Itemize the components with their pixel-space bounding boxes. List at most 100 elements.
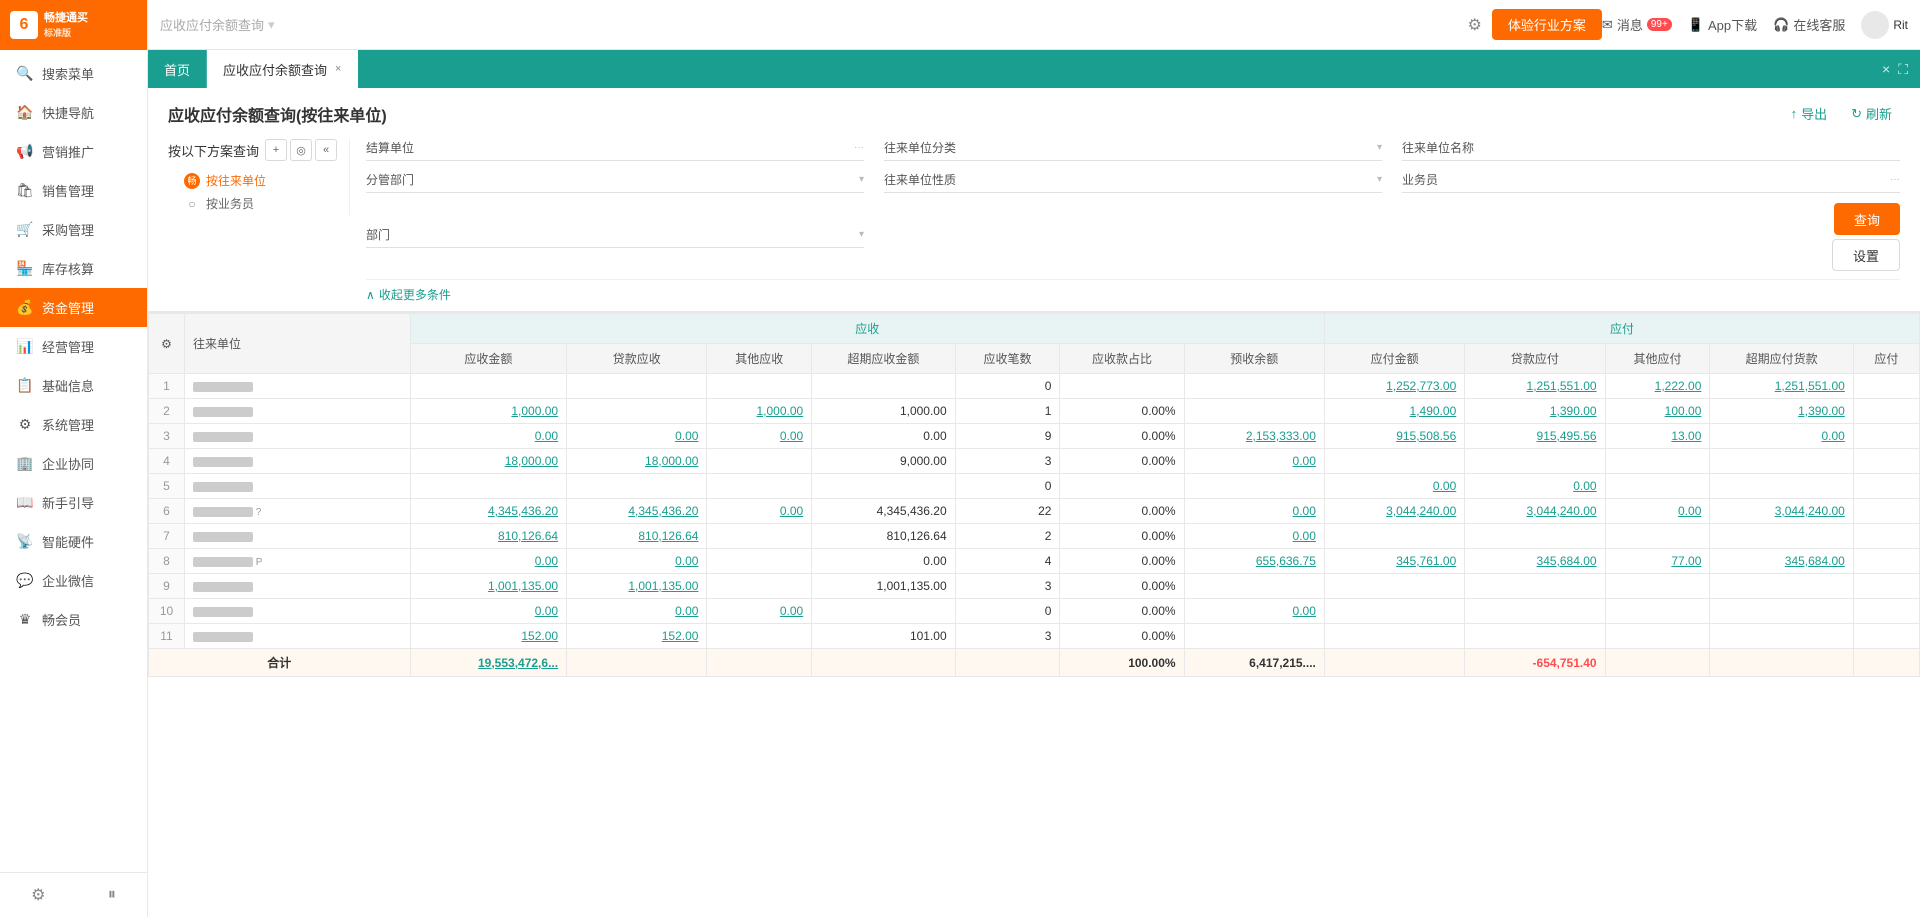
sidebar-item-search[interactable]: 🔍 搜索菜单 <box>0 54 147 93</box>
pay-amt[interactable]: 915,508.56 <box>1324 424 1464 449</box>
filter-method-partner[interactable]: 畅 按往来单位 <box>168 169 337 192</box>
pay-amt[interactable]: 345,761.00 <box>1324 549 1464 574</box>
footer-recv-other <box>707 649 812 677</box>
recv-loan[interactable]: 4,345,436.20 <box>567 499 707 524</box>
app-download-button[interactable]: 📱 App下载 <box>1688 15 1757 34</box>
collapse-button[interactable]: ∧ 收起更多条件 <box>366 286 1900 303</box>
user-menu[interactable]: Rit <box>1861 11 1908 39</box>
recv-amt[interactable]: 4,345,436.20 <box>410 499 566 524</box>
prepay[interactable]: 0.00 <box>1184 499 1324 524</box>
recv-loan[interactable]: 0.00 <box>567 599 707 624</box>
prepay[interactable]: 0.00 <box>1184 599 1324 624</box>
pay-overdue[interactable]: 1,251,551.00 <box>1710 374 1853 399</box>
pay-other[interactable]: 100.00 <box>1605 399 1710 424</box>
pay-overdue[interactable]: 345,684.00 <box>1710 549 1853 574</box>
sidebar-item-wechat[interactable]: 💬 企业微信 <box>0 561 147 600</box>
prepay[interactable]: 655,636.75 <box>1184 549 1324 574</box>
sidebar-item-hardware[interactable]: 📡 智能硬件 <box>0 522 147 561</box>
solution-button[interactable]: 体验行业方案 <box>1492 9 1602 40</box>
sidebar-item-basic[interactable]: 📋 基础信息 <box>0 366 147 405</box>
online-service-button[interactable]: 🎧 在线客服 <box>1773 15 1845 34</box>
edit-scheme-icon[interactable]: ◎ <box>290 139 312 161</box>
col-pay-amt: 应付金额 <box>1324 344 1464 374</box>
tab-query[interactable]: 应收应付余额查询 × <box>207 50 358 88</box>
pay-other[interactable]: 1,222.00 <box>1605 374 1710 399</box>
prepay[interactable]: 0.00 <box>1184 449 1324 474</box>
recv-other[interactable]: 1,000.00 <box>707 399 812 424</box>
recv-amt[interactable]: 0.00 <box>410 424 566 449</box>
pay-loan[interactable]: 915,495.56 <box>1465 424 1605 449</box>
pay-loan[interactable]: 1,251,551.00 <box>1465 374 1605 399</box>
tab-close-icon[interactable]: × <box>335 63 341 75</box>
sidebar-item-marketing[interactable]: 📢 营销推广 <box>0 132 147 171</box>
pay-other[interactable]: 0.00 <box>1605 499 1710 524</box>
pay-overdue[interactable]: 1,390.00 <box>1710 399 1853 424</box>
settings-button[interactable]: 设置 <box>1832 239 1900 271</box>
pay-tail <box>1853 424 1919 449</box>
recv-loan[interactable]: 0.00 <box>567 424 707 449</box>
query-button[interactable]: 查询 <box>1834 203 1900 235</box>
recv-amt[interactable]: 0.00 <box>410 599 566 624</box>
pay-amt[interactable]: 1,490.00 <box>1324 399 1464 424</box>
pay-overdue[interactable]: 0.00 <box>1710 424 1853 449</box>
settings-bottom-icon[interactable]: ⚙ <box>23 881 53 909</box>
recv-other[interactable]: 0.00 <box>707 499 812 524</box>
recv-loan[interactable]: 18,000.00 <box>567 449 707 474</box>
tab-close-all-icon[interactable]: × <box>1882 61 1890 77</box>
sidebar-item-label: 搜索菜单 <box>42 64 94 83</box>
pay-amt[interactable]: 0.00 <box>1324 474 1464 499</box>
tab-expand-icon[interactable]: ⛶ <box>1898 61 1908 78</box>
pay-loan[interactable]: 0.00 <box>1465 474 1605 499</box>
more-scheme-icon[interactable]: « <box>315 139 337 161</box>
recv-other[interactable]: 0.00 <box>707 599 812 624</box>
pay-amt[interactable]: 3,044,240.00 <box>1324 499 1464 524</box>
tab-home[interactable]: 首页 <box>148 50 207 88</box>
add-scheme-icon[interactable]: + <box>265 139 287 161</box>
recv-loan[interactable]: 810,126.64 <box>567 524 707 549</box>
user-name: Rit <box>1893 18 1908 32</box>
message-button[interactable]: ✉ 消息 99+ <box>1602 15 1672 34</box>
footer-pay-amt <box>1324 649 1464 677</box>
recv-amt[interactable]: 18,000.00 <box>410 449 566 474</box>
sidebar-item-operation[interactable]: 📊 经营管理 <box>0 327 147 366</box>
table-container[interactable]: ⚙ 往来单位 应收 应付 应收金额 贷款应收 其他应收 超期应收金额 应收笔数 … <box>148 313 1920 917</box>
sidebar-item-member[interactable]: ♛ 畅会员 <box>0 600 147 639</box>
recv-amt[interactable]: 810,126.64 <box>410 524 566 549</box>
col-settings-header[interactable]: ⚙ <box>149 314 185 374</box>
header-settings-icon[interactable]: ⚙ <box>1468 15 1482 35</box>
recv-other[interactable]: 0.00 <box>707 424 812 449</box>
pay-overdue[interactable]: 3,044,240.00 <box>1710 499 1853 524</box>
pay-loan[interactable]: 1,390.00 <box>1465 399 1605 424</box>
header: 应收应付余额查询 ▾ ⚙ 体验行业方案 ✉ 消息 99+ 📱 App下载 🎧 在… <box>148 0 1920 50</box>
sidebar-item-quick[interactable]: 🏠 快捷导航 <box>0 93 147 132</box>
sidebar-item-finance[interactable]: 💰 资金管理 <box>0 288 147 327</box>
pay-tail <box>1853 599 1919 624</box>
sidebar-item-system[interactable]: ⚙ 系统管理 <box>0 405 147 444</box>
partner-name-input[interactable] <box>1480 141 1900 155</box>
recv-amt[interactable]: 1,000.00 <box>410 399 566 424</box>
sidebar-item-sales[interactable]: 🛍 销售管理 <box>0 171 147 210</box>
pay-other[interactable]: 13.00 <box>1605 424 1710 449</box>
recv-amt[interactable]: 1,001,135.00 <box>410 574 566 599</box>
recv-loan[interactable]: 0.00 <box>567 549 707 574</box>
sidebar-item-inventory[interactable]: 🏪 库存核算 <box>0 249 147 288</box>
collapse-sidebar-icon[interactable]: ⏸ <box>100 882 124 908</box>
recv-loan[interactable]: 1,001,135.00 <box>567 574 707 599</box>
pay-other[interactable]: 77.00 <box>1605 549 1710 574</box>
pay-loan[interactable]: 3,044,240.00 <box>1465 499 1605 524</box>
filter-method-salesperson[interactable]: ○ 按业务员 <box>168 192 337 215</box>
sidebar-item-guide[interactable]: 📖 新手引导 <box>0 483 147 522</box>
pay-amt[interactable]: 1,252,773.00 <box>1324 374 1464 399</box>
recv-amt[interactable]: 152.00 <box>410 624 566 649</box>
pay-loan[interactable]: 345,684.00 <box>1465 549 1605 574</box>
sidebar-item-purchase[interactable]: 🛒 采购管理 <box>0 210 147 249</box>
footer-recv-amt[interactable]: 19,553,472,6... <box>410 649 566 677</box>
export-button[interactable]: ↑ 导出 <box>1783 100 1836 127</box>
sidebar-item-enterprise[interactable]: 🏢 企业协同 <box>0 444 147 483</box>
recv-loan[interactable]: 152.00 <box>567 624 707 649</box>
recv-amt[interactable]: 0.00 <box>410 549 566 574</box>
prepay[interactable]: 2,153,333.00 <box>1184 424 1324 449</box>
refresh-button[interactable]: ↻ 刷新 <box>1843 100 1900 127</box>
prepay[interactable]: 0.00 <box>1184 524 1324 549</box>
footer-pay-overdue <box>1710 649 1853 677</box>
